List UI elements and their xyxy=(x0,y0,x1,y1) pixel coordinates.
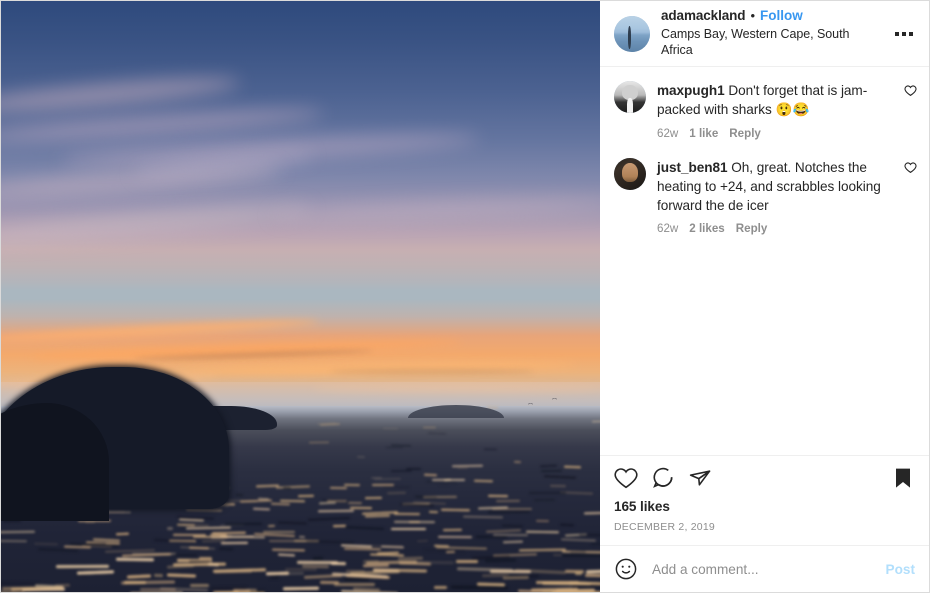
save-button[interactable] xyxy=(891,466,915,490)
username-row: adamackland • Follow xyxy=(661,8,880,25)
avatar-image xyxy=(614,157,646,190)
avatar-image xyxy=(614,81,646,113)
avatar[interactable] xyxy=(614,157,646,190)
comment-timestamp: 62w xyxy=(657,126,679,140)
post-header: adamackland • Follow Camps Bay, Western … xyxy=(600,1,929,67)
avatar[interactable] xyxy=(614,81,646,113)
post-sidebar: adamackland • Follow Camps Bay, Western … xyxy=(600,1,929,592)
dot-icon xyxy=(909,31,913,36)
heart-icon xyxy=(904,85,917,97)
post-actions: 165 likes DECEMBER 2, 2019 xyxy=(600,455,929,545)
comments-list[interactable]: maxpugh1 Don't forget that is jam-packed… xyxy=(600,67,929,455)
comment-likes[interactable]: 2 likes xyxy=(689,222,724,235)
more-options-button[interactable] xyxy=(891,26,917,42)
comment-emojis: 😲😂 xyxy=(775,102,811,118)
comment-reply-button[interactable]: Reply xyxy=(729,127,761,140)
emoji-picker-button[interactable] xyxy=(614,557,638,581)
comment-reply-button[interactable]: Reply xyxy=(736,222,768,235)
likes-count[interactable]: 165 likes xyxy=(614,499,915,514)
comment-username[interactable]: maxpugh1 xyxy=(657,83,725,98)
comment-like-button[interactable] xyxy=(904,81,917,140)
add-comment-row: Post xyxy=(600,545,929,592)
avatar[interactable] xyxy=(614,15,650,52)
post-username[interactable]: adamackland xyxy=(661,8,746,25)
comment-meta: 62w 1 like Reply xyxy=(657,127,893,140)
post-photo[interactable] xyxy=(1,1,600,592)
avatar-image xyxy=(614,15,650,52)
comment-item: maxpugh1 Don't forget that is jam-packed… xyxy=(614,81,917,140)
like-button[interactable] xyxy=(614,466,638,490)
comment-meta: 62w 2 likes Reply xyxy=(657,222,893,235)
bird-icon xyxy=(528,403,533,406)
post-comment-button[interactable]: Post xyxy=(886,562,915,577)
comment-text: maxpugh1 Don't forget that is jam-packed… xyxy=(657,81,893,120)
comment-text: just_ben81 Oh, great. Notches the heatin… xyxy=(657,158,893,216)
comment-like-button[interactable] xyxy=(904,158,917,236)
comment-username[interactable]: just_ben81 xyxy=(657,160,728,175)
share-button[interactable] xyxy=(688,466,712,490)
action-row xyxy=(614,466,915,490)
heart-icon xyxy=(904,162,917,173)
separator-dot: • xyxy=(750,8,756,24)
comment-button[interactable] xyxy=(651,466,675,490)
heart-icon xyxy=(614,468,638,489)
comment-timestamp: 62w xyxy=(657,222,679,236)
comment-likes[interactable]: 1 like xyxy=(689,127,718,140)
post-location[interactable]: Camps Bay, Western Cape, South Africa xyxy=(661,26,880,59)
header-text: adamackland • Follow Camps Bay, Western … xyxy=(661,8,880,58)
instagram-post: adamackland • Follow Camps Bay, Western … xyxy=(0,0,930,593)
comment-body: maxpugh1 Don't forget that is jam-packed… xyxy=(657,81,893,140)
smiley-icon xyxy=(615,558,637,580)
add-comment-input[interactable] xyxy=(650,560,874,578)
post-date: DECEMBER 2, 2019 xyxy=(614,521,715,533)
bookmark-icon xyxy=(896,468,910,488)
comment-body: just_ben81 Oh, great. Notches the heatin… xyxy=(657,158,893,236)
dot-icon xyxy=(902,31,906,36)
comment-item: just_ben81 Oh, great. Notches the heatin… xyxy=(614,157,917,236)
paper-plane-icon xyxy=(689,470,711,486)
comment-bubble-icon xyxy=(653,467,673,488)
dot-icon xyxy=(895,31,899,36)
bird-icon xyxy=(552,398,557,401)
follow-button[interactable]: Follow xyxy=(760,8,803,25)
